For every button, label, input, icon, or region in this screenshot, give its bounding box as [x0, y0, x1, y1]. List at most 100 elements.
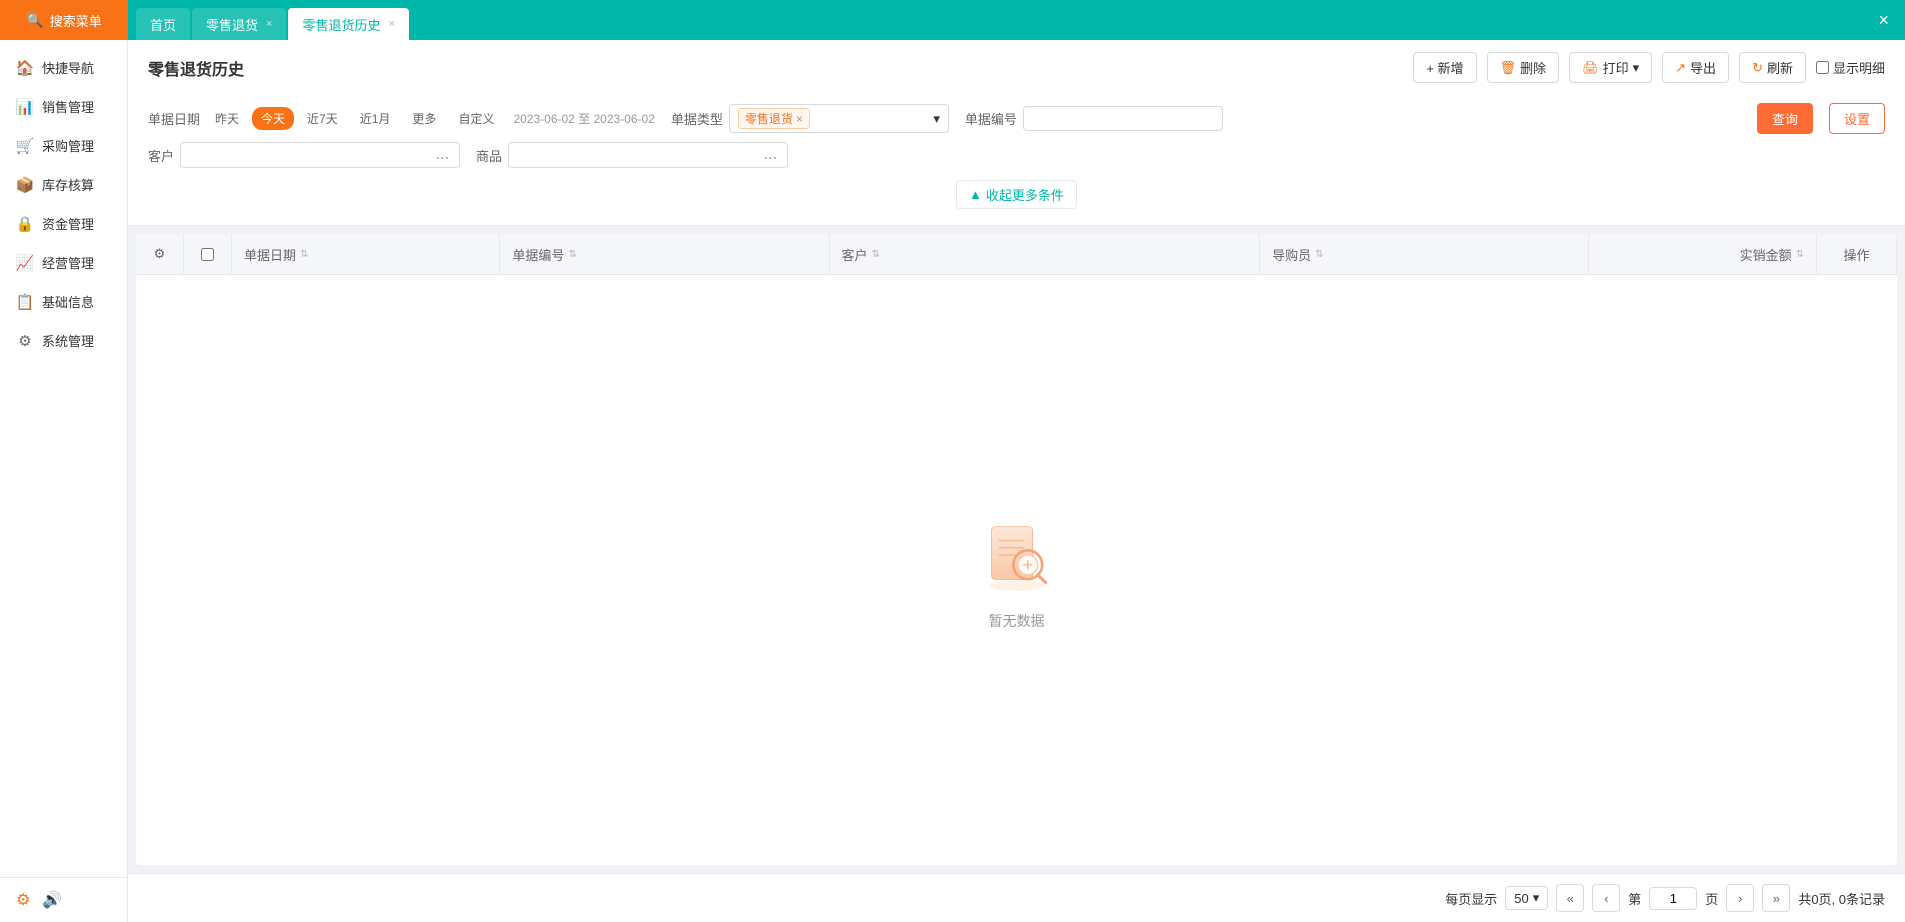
prev-page-button[interactable]: ‹ [1592, 884, 1620, 912]
th-setting[interactable]: ⚙ [136, 234, 184, 274]
select-all-checkbox[interactable] [201, 248, 214, 261]
toolbar: + 新增 🗑 删除 🖨 打印 ▾ ↗ 导出 [1413, 52, 1885, 83]
page-size-select[interactable]: 50 ▾ [1505, 886, 1548, 910]
page-prefix: 第 [1628, 889, 1641, 908]
query-button[interactable]: 查询 [1757, 103, 1813, 134]
sidebar-item-finance[interactable]: 🔒 资金管理 [0, 204, 127, 243]
total-records: 共0页, 0条记录 [1798, 889, 1885, 908]
quicknav-icon: 🏠 [16, 59, 34, 77]
refresh-button-label: 刷新 [1767, 58, 1793, 77]
th-amount[interactable]: 实销金额 ⇅ [1589, 234, 1817, 274]
delete-icon: 🗑 [1500, 60, 1517, 76]
sidebar-item-inventory[interactable]: 📦 库存核算 [0, 165, 127, 204]
column-setting-icon[interactable]: ⚙ [154, 246, 166, 262]
docno-input[interactable] [1023, 106, 1223, 131]
th-guide[interactable]: 导购员 ⇅ [1260, 234, 1589, 274]
type-tag-text: 零售退货 [745, 110, 793, 127]
type-select[interactable]: 零售退货 × ▾ [729, 104, 949, 133]
th-date[interactable]: 单据日期 ⇅ [232, 234, 500, 274]
date-btn-7days[interactable]: 近7天 [298, 107, 347, 130]
date-btn-yesterday[interactable]: 昨天 [206, 107, 248, 130]
type-tag: 零售退货 × [738, 108, 810, 129]
th-customer-label: 客户 [842, 245, 868, 264]
sidebar-item-system[interactable]: ⚙ 系统管理 [0, 321, 127, 360]
customer-input[interactable] [191, 148, 436, 163]
export-icon: ↗ [1675, 60, 1686, 76]
date-btn-today[interactable]: 今天 [252, 107, 294, 130]
show-detail-checkbox[interactable] [1816, 61, 1829, 74]
sidebar-item-sales-label: 销售管理 [42, 97, 94, 116]
setting-button[interactable]: 设置 [1829, 103, 1885, 134]
current-page-input[interactable] [1649, 887, 1697, 910]
goods-input[interactable] [519, 148, 764, 163]
pagination: 每页显示 50 ▾ « ‹ 第 页 › » 共0页, 0条记录 [128, 873, 1905, 922]
new-button-label: + 新增 [1426, 58, 1463, 77]
no-sort-icon[interactable]: ⇅ [568, 249, 576, 260]
sales-icon: 📊 [16, 98, 34, 116]
top-bar: 🔍 搜索菜单 首页 零售退货 × 零售退货历史 × × [0, 0, 1905, 40]
collapse-up-icon: ▲ [969, 187, 982, 202]
export-button[interactable]: ↗ 导出 [1662, 52, 1729, 83]
refresh-button[interactable]: ↻ 刷新 [1739, 52, 1806, 83]
date-btn-1month[interactable]: 近1月 [351, 107, 400, 130]
print-chevron-icon: ▾ [1633, 60, 1640, 76]
sidebar-item-operations[interactable]: 📈 经营管理 [0, 243, 127, 282]
sidebar-item-finance-label: 资金管理 [42, 214, 94, 233]
filter-docno-item: 单据编号 [965, 106, 1223, 131]
date-sort-icon[interactable]: ⇅ [300, 249, 308, 260]
sidebar-item-system-label: 系统管理 [42, 331, 94, 350]
page-unit: 页 [1705, 889, 1718, 908]
close-window-button[interactable]: × [1878, 10, 1889, 31]
close-tab-retail-return-history[interactable]: × [388, 18, 394, 30]
guide-sort-icon[interactable]: ⇅ [1315, 249, 1323, 260]
settings-icon[interactable]: ⚙ [16, 890, 30, 910]
page-title: 零售退货历史 [148, 56, 244, 80]
type-tag-close[interactable]: × [796, 112, 803, 126]
tab-retail-return[interactable]: 零售退货 × [192, 8, 286, 40]
customer-sort-icon[interactable]: ⇅ [872, 249, 880, 260]
goods-more-icon[interactable]: ... [764, 146, 777, 164]
filter-row-2: 客户 ... 商品 ... [148, 142, 1885, 168]
page-header: 零售退货历史 + 新增 🗑 删除 🖨 打印 ▾ ↗ [128, 40, 1905, 226]
date-filter-label: 单据日期 [148, 109, 200, 128]
date-btn-custom[interactable]: 自定义 [449, 107, 503, 130]
sidebar-item-quicknav[interactable]: 🏠 快捷导航 [0, 48, 127, 87]
th-no[interactable]: 单据编号 ⇅ [500, 234, 829, 274]
th-customer[interactable]: 客户 ⇅ [830, 234, 1261, 274]
page-size-chevron: ▾ [1533, 890, 1540, 906]
collapse-filter-label: 收起更多条件 [986, 185, 1064, 204]
sidebar-item-inventory-label: 库存核算 [42, 175, 94, 194]
delete-button[interactable]: 🗑 删除 [1487, 52, 1560, 83]
empty-state: 暂无数据 [972, 509, 1062, 631]
collapse-filter-button[interactable]: ▲ 收起更多条件 [956, 180, 1077, 209]
date-btn-more[interactable]: 更多 [403, 107, 445, 130]
tab-home[interactable]: 首页 [136, 8, 190, 40]
close-tab-retail-return[interactable]: × [266, 18, 272, 30]
print-button[interactable]: 🖨 打印 ▾ [1569, 52, 1652, 83]
empty-illustration [972, 509, 1062, 599]
tab-retail-return-history[interactable]: 零售退货历史 × [288, 8, 408, 40]
refresh-icon: ↻ [1752, 60, 1763, 76]
search-icon: 🔍 [26, 12, 43, 29]
filter-row-1: 单据日期 昨天 今天 近7天 近1月 更多 自定义 2023-06-02 至 2… [148, 103, 1885, 134]
filter-date-item: 单据日期 昨天 今天 近7天 近1月 更多 自定义 2023-06-02 至 2… [148, 107, 655, 130]
setting-button-label: 设置 [1844, 109, 1870, 128]
sidebar-item-purchase[interactable]: 🛒 采购管理 [0, 126, 127, 165]
sidebar-item-basic-info[interactable]: 📋 基础信息 [0, 282, 127, 321]
last-page-button[interactable]: » [1762, 884, 1790, 912]
customer-more-icon[interactable]: ... [436, 146, 449, 164]
filter-area: 单据日期 昨天 今天 近7天 近1月 更多 自定义 2023-06-02 至 2… [148, 93, 1885, 225]
filter-goods-item: 商品 ... [476, 142, 788, 168]
next-page-button[interactable]: › [1726, 884, 1754, 912]
amount-sort-icon[interactable]: ⇅ [1796, 249, 1804, 260]
sound-icon[interactable]: 🔊 [42, 890, 62, 910]
first-page-button[interactable]: « [1556, 884, 1584, 912]
finance-icon: 🔒 [16, 215, 34, 233]
new-button[interactable]: + 新增 [1413, 52, 1476, 83]
date-range-display: 2023-06-02 至 2023-06-02 [513, 110, 654, 127]
tabs: 首页 零售退货 × 零售退货历史 × [128, 0, 1878, 40]
th-amount-label: 实销金额 [1740, 245, 1792, 264]
purchase-icon: 🛒 [16, 137, 34, 155]
search-area[interactable]: 🔍 搜索菜单 [0, 0, 128, 40]
sidebar-item-sales[interactable]: 📊 销售管理 [0, 87, 127, 126]
